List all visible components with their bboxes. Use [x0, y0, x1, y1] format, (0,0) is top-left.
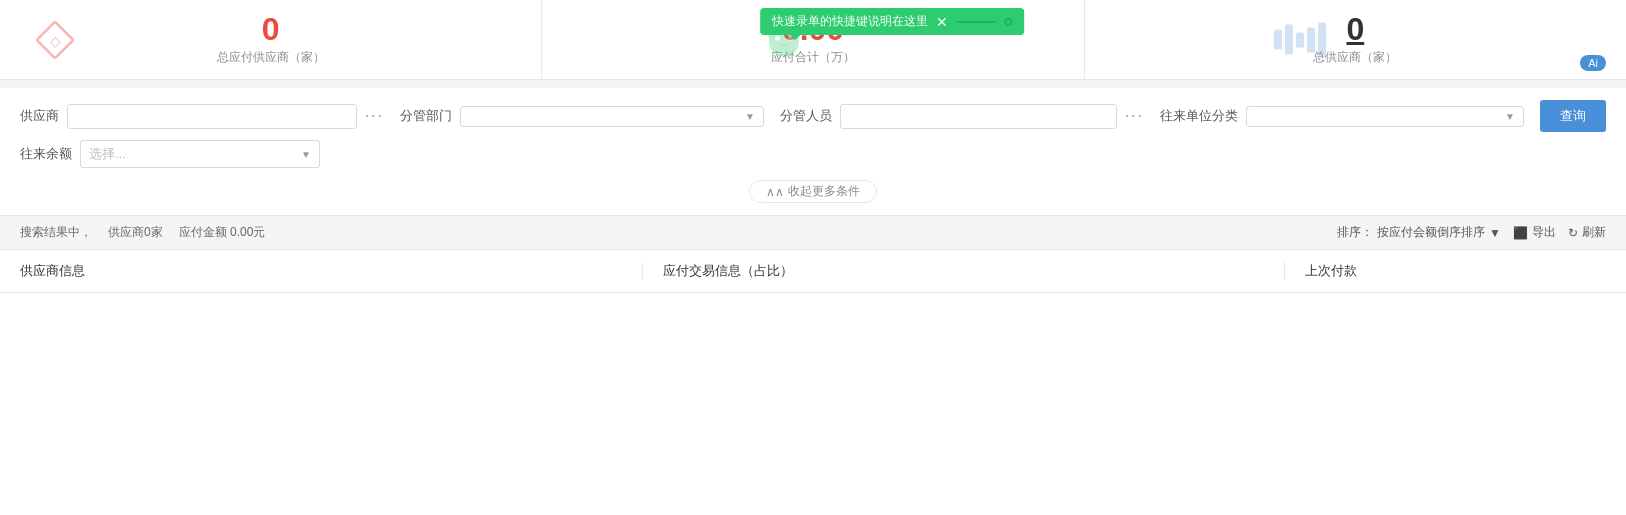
query-button[interactable]: 查询 [1540, 100, 1606, 132]
sort-value: 按应付会额倒序排序 [1377, 224, 1485, 241]
tooltip-close-icon[interactable]: ✕ [936, 15, 948, 29]
balance-filter-field: 往来余额 选择... ▼ [20, 140, 320, 168]
tooltip-connector-line [956, 21, 996, 23]
department-label: 分管部门 [400, 107, 452, 125]
unit-category-filter-field: 往来单位分类 ▼ [1160, 106, 1524, 127]
chart-bar-1 [1274, 30, 1282, 50]
supplier-count: 供应商0家 [108, 224, 163, 241]
table-body [0, 293, 1626, 515]
refresh-icon: ↻ [1568, 226, 1578, 240]
collapse-up-icon: ∧∧ [766, 185, 784, 199]
refresh-button[interactable]: ↻ 刷新 [1568, 224, 1606, 241]
chart-bar-3 [1296, 32, 1304, 47]
total-payable-suppliers-number: 0 [262, 13, 280, 45]
refresh-label: 刷新 [1582, 224, 1606, 241]
stat-total-suppliers: 0 总供应商（家） Ai [1085, 0, 1626, 79]
diamond-icon: ◇ [30, 15, 80, 65]
table-header: 供应商信息 应付交易信息（占比） 上次付款 [0, 250, 1626, 293]
filter-bar: 供应商 ··· 分管部门 ▼ 分管人员 ··· 往来单位分类 ▼ [0, 88, 1626, 216]
tooltip-connector-dot [1004, 18, 1012, 26]
shortcut-tooltip: 快速录单的快捷键说明在这里 ✕ [760, 8, 1024, 35]
stats-bar: ◇ 0 总应付供应商（家） 0.00 应付合计（万） 快速录单的快捷键说明在这里… [0, 0, 1626, 80]
unit-category-label: 往来单位分类 [1160, 107, 1238, 125]
supplier-input[interactable] [67, 104, 357, 129]
results-actions: 排序： 按应付会额倒序排序 ▼ ⬛ 导出 ↻ 刷新 [1337, 224, 1606, 241]
ai-badge[interactable]: Ai [1580, 55, 1606, 71]
unit-category-select[interactable]: ▼ [1246, 106, 1524, 127]
manager-more-btn[interactable]: ··· [1125, 107, 1144, 125]
sort-button[interactable]: 排序： 按应付会额倒序排序 ▼ [1337, 224, 1501, 241]
svg-point-6 [781, 45, 784, 48]
balance-chevron-icon: ▼ [301, 149, 311, 160]
chart-icon [1274, 22, 1326, 57]
supplier-filter-field: 供应商 ··· [20, 104, 384, 129]
amount-label: 应付金额 0.00元 [179, 224, 266, 241]
balance-placeholder: 选择... [89, 145, 301, 163]
filter-row-1: 供应商 ··· 分管部门 ▼ 分管人员 ··· 往来单位分类 ▼ [20, 100, 1606, 132]
department-filter-field: 分管部门 ▼ [400, 106, 764, 127]
export-icon: ⬛ [1513, 226, 1528, 240]
filter-row-2: 往来余额 选择... ▼ [20, 140, 1606, 168]
collapse-button[interactable]: ∧∧ 收起更多条件 [749, 180, 877, 203]
sort-label: 排序： [1337, 224, 1373, 241]
unit-category-chevron-icon: ▼ [1505, 111, 1515, 122]
total-suppliers-number: 0 [1346, 13, 1364, 45]
collapse-row: ∧∧ 收起更多条件 [20, 176, 1606, 207]
supplier-label: 供应商 [20, 107, 59, 125]
col-header-transaction: 应付交易信息（占比） [663, 262, 1265, 280]
export-button[interactable]: ⬛ 导出 [1513, 224, 1556, 241]
col-divider-1 [642, 262, 643, 280]
col-divider-2 [1284, 262, 1285, 280]
balance-select[interactable]: 选择... ▼ [80, 140, 320, 168]
department-chevron-icon: ▼ [745, 111, 755, 122]
col-header-supplier: 供应商信息 [20, 262, 622, 280]
svg-point-5 [779, 43, 789, 50]
tooltip-text: 快速录单的快捷键说明在这里 [772, 13, 928, 30]
collapse-label: 收起更多条件 [788, 183, 860, 200]
department-select[interactable]: ▼ [460, 106, 764, 127]
total-payable-suppliers-label: 总应付供应商（家） [217, 49, 325, 66]
balance-label: 往来余额 [20, 145, 72, 163]
manager-filter-field: 分管人员 ··· [780, 104, 1144, 129]
chart-bar-4 [1307, 27, 1315, 52]
chart-bar-2 [1285, 25, 1293, 55]
sort-chevron-icon: ▼ [1489, 226, 1501, 240]
col-header-last-payment: 上次付款 [1305, 262, 1606, 280]
stat-payable-total: 0.00 应付合计（万） 快速录单的快捷键说明在这里 ✕ [542, 0, 1084, 79]
export-label: 导出 [1532, 224, 1556, 241]
supplier-more-btn[interactable]: ··· [365, 107, 384, 125]
manager-label: 分管人员 [780, 107, 832, 125]
svg-text:◇: ◇ [50, 32, 61, 48]
chart-bar-5 [1318, 22, 1326, 57]
stat-total-payable-suppliers: ◇ 0 总应付供应商（家） [0, 0, 542, 79]
results-info: 搜索结果中， 供应商0家 应付金额 0.00元 [20, 224, 265, 241]
manager-input[interactable] [840, 104, 1117, 129]
svg-point-7 [784, 45, 787, 48]
results-bar: 搜索结果中， 供应商0家 应付金额 0.00元 排序： 按应付会额倒序排序 ▼ … [0, 216, 1626, 250]
search-prefix: 搜索结果中， [20, 224, 92, 241]
